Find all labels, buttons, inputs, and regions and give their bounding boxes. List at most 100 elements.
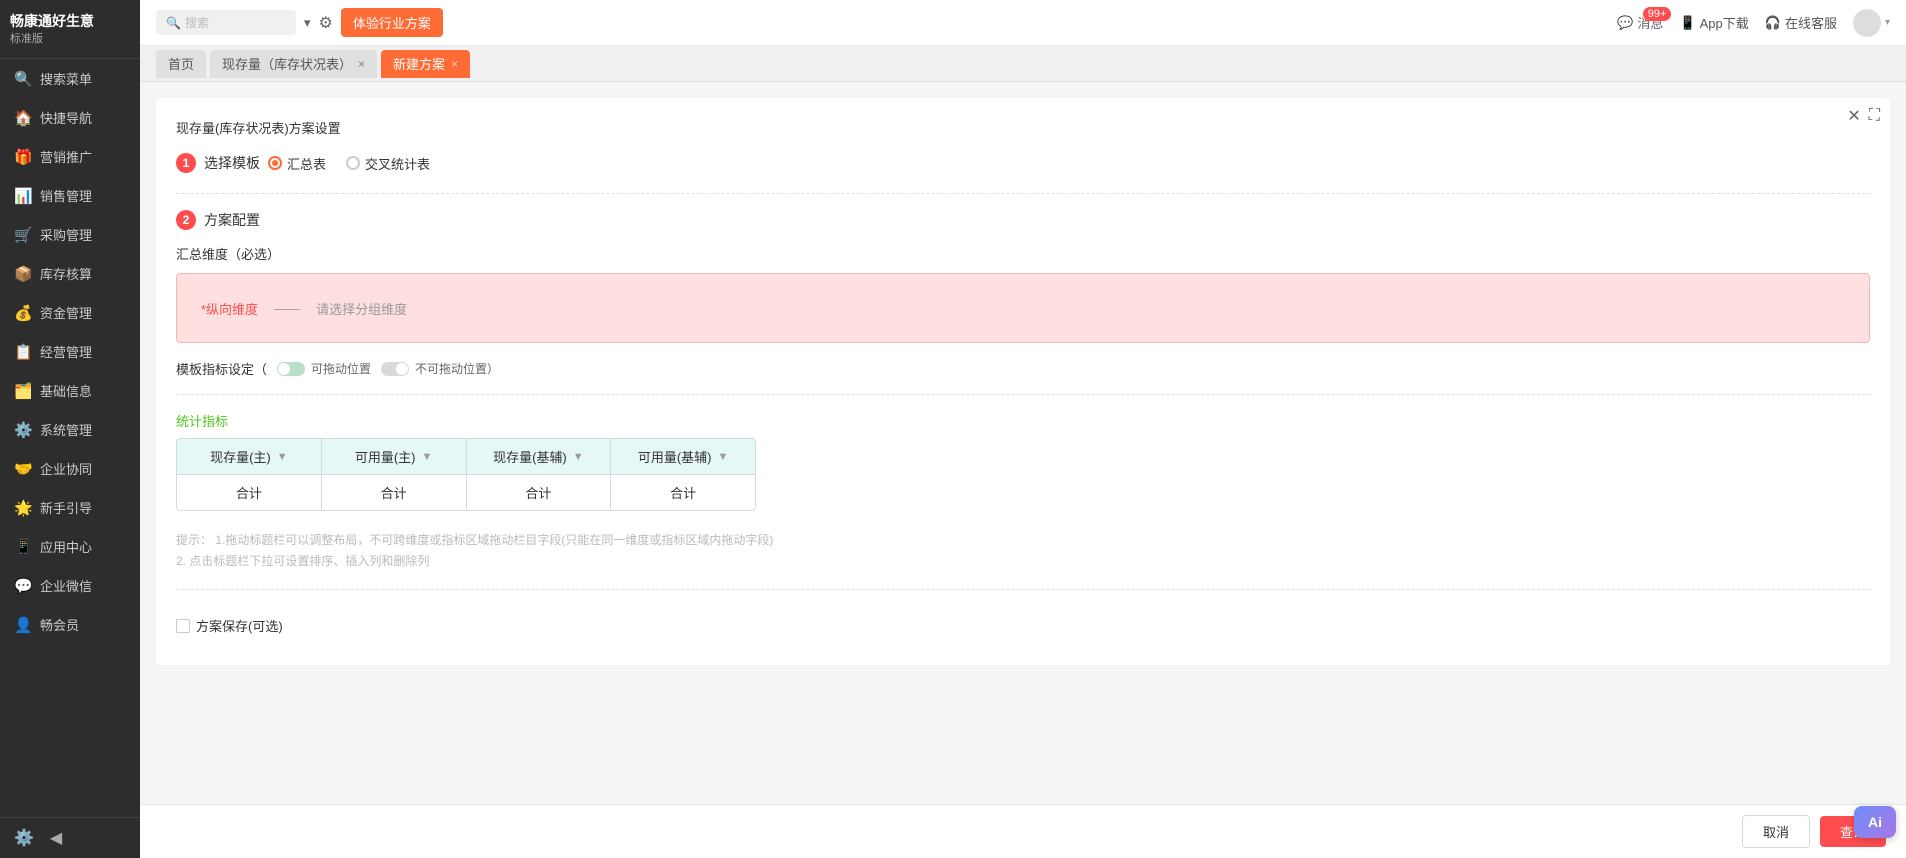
gear-icon[interactable]: ⚙: [319, 13, 333, 33]
sidebar-item-operations[interactable]: 📋 经营管理: [0, 332, 140, 371]
sidebar-item-wechat[interactable]: 💬 企业微信: [0, 566, 140, 605]
app-download-link[interactable]: 📱 App下载: [1679, 13, 1748, 32]
sidebar-item-label: 库存核算: [40, 264, 92, 283]
tab-new-plan-close-icon[interactable]: ×: [451, 58, 458, 70]
marketing-icon: 🎁: [14, 148, 32, 166]
stat-body-col-0: 合计: [177, 474, 322, 510]
summary-dimension-label: 汇总维度（必选）: [176, 244, 1870, 263]
sidebar-item-basic-info[interactable]: 🗂️ 基础信息: [0, 371, 140, 410]
sidebar-item-label: 快捷导航: [40, 108, 92, 127]
cancel-button[interactable]: 取消: [1742, 815, 1810, 848]
panel-controls: ✕ ⛶: [1847, 106, 1880, 126]
radio-cross-dot: [346, 156, 360, 170]
content-area: ✕ ⛶ 现存量(库存状况表)方案设置 1 选择模板 汇总表: [140, 82, 1906, 804]
dimension-box[interactable]: *纵向维度 —— 请选择分组维度: [176, 273, 1870, 343]
sidebar-item-finance[interactable]: 💰 资金管理: [0, 293, 140, 332]
stat-col-1-header[interactable]: 可用量(主) ▼: [322, 439, 466, 474]
wechat-icon: 💬: [14, 577, 32, 595]
avatar: [1853, 9, 1881, 37]
sidebar-menu: 🔍 搜索菜单 🏠 快捷导航 🎁 营销推广 📊 销售管理 🛒 采购管理 📦 库存核…: [0, 59, 140, 817]
page-title: 现存量(库存状况表)方案设置: [176, 118, 1870, 137]
stat-col-2-label: 现存量(基辅): [493, 447, 567, 466]
search-icon: 🔍: [166, 16, 181, 30]
sidebar-item-marketing[interactable]: 🎁 营销推广: [0, 137, 140, 176]
stat-body-col-2: 合计: [467, 474, 612, 510]
statistics-table: 现存量(主) ▼ 可用量(主) ▼ 现存量(基辅: [176, 438, 756, 511]
sidebar-item-label: 资金管理: [40, 303, 92, 322]
tab-home[interactable]: 首页: [156, 50, 206, 78]
stat-col-3-header[interactable]: 可用量(基辅) ▼: [611, 439, 755, 474]
sidebar-item-label: 系统管理: [40, 420, 92, 439]
radio-summary-dot: [268, 156, 282, 170]
save-option-row: 方案保存(可选): [176, 606, 1870, 645]
stat-col-1: 可用量(主) ▼: [322, 439, 467, 474]
topbar-dropdown-button[interactable]: ▾: [304, 15, 311, 31]
stat-body-col-1: 合计: [322, 474, 467, 510]
section2-label: 方案配置: [204, 210, 260, 230]
sidebar-item-label: 采购管理: [40, 225, 92, 244]
toggle-non-draggable[interactable]: 不可拖动位置）: [381, 360, 499, 377]
tab-new-plan[interactable]: 新建方案 ×: [381, 50, 470, 78]
sidebar-item-cooperation[interactable]: 🤝 企业协同: [0, 449, 140, 488]
ai-button[interactable]: Ai: [1854, 806, 1896, 838]
sidebar-item-new-guide[interactable]: 🌟 新手引导: [0, 488, 140, 527]
sidebar-item-purchase[interactable]: 🛒 采购管理: [0, 215, 140, 254]
stat-col-0: 现存量(主) ▼: [177, 439, 322, 474]
basic-info-icon: 🗂️: [14, 382, 32, 400]
toggle-draggable[interactable]: 可拖动位置: [277, 360, 371, 377]
stat-table-label: 统计指标: [176, 411, 1870, 430]
notification-badge: 99+: [1643, 7, 1672, 21]
radio-cross[interactable]: 交叉统计表: [346, 154, 430, 173]
app-center-icon: 📱: [14, 538, 32, 556]
tips-section: 提示： 1.拖动标题栏可以调整布局，不可跨维度或指标区域拖动栏目字段(只能在同一…: [176, 531, 1870, 569]
section-divider: [176, 193, 1870, 194]
topbar-left: 🔍 搜索 ▾ ⚙ 体验行业方案: [156, 8, 1607, 37]
chevron-down-icon-3: ▼: [718, 451, 729, 463]
phone-icon: 📱: [1679, 15, 1695, 31]
panel-close-button[interactable]: ✕: [1847, 106, 1860, 126]
chevron-down-icon: ▾: [1885, 17, 1890, 28]
tip-2: 2. 点击标题栏下拉可设置排序、插入列和删除列: [176, 552, 1870, 569]
industry-plan-button[interactable]: 体验行业方案: [341, 8, 443, 37]
sidebar-item-quick-nav[interactable]: 🏠 快捷导航: [0, 98, 140, 137]
collapse-icon[interactable]: ◀: [50, 828, 62, 848]
notification-bell[interactable]: 💬 消息 99+: [1617, 13, 1663, 32]
stat-col-2-header[interactable]: 现存量(基辅) ▼: [467, 439, 611, 474]
stat-col-3: 可用量(基辅) ▼: [611, 439, 755, 474]
topbar-right: 💬 消息 99+ 📱 App下载 🎧 在线客服 ▾: [1617, 9, 1890, 37]
sidebar-item-app-center[interactable]: 📱 应用中心: [0, 527, 140, 566]
chevron-down-icon-0: ▼: [277, 451, 288, 463]
stat-col-1-label: 可用量(主): [355, 447, 416, 466]
sidebar-item-members[interactable]: 👤 畅会员: [0, 605, 140, 644]
panel-expand-button[interactable]: ⛶: [1869, 106, 1880, 126]
step2-badge: 2: [176, 210, 196, 230]
members-icon: 👤: [14, 616, 32, 634]
cooperation-icon: 🤝: [14, 460, 32, 478]
topbar-search[interactable]: 🔍 搜索: [156, 10, 296, 35]
stat-table-body-row: 合计 合计 合计 合计: [177, 474, 755, 510]
tab-inventory-status[interactable]: 现存量（库存状况表） ×: [210, 50, 377, 78]
sidebar-item-label: 应用中心: [40, 537, 92, 556]
sidebar-bottom: ⚙️ ◀: [0, 817, 140, 858]
toggle-non-draggable-box[interactable]: [381, 362, 409, 376]
sidebar-logo: 畅康通好生意 标准版: [0, 0, 140, 59]
sidebar-item-search-menu[interactable]: 🔍 搜索菜单: [0, 59, 140, 98]
operations-icon: 📋: [14, 343, 32, 361]
app-version: 标准版: [10, 30, 130, 46]
online-service-link[interactable]: 🎧 在线客服: [1765, 13, 1837, 32]
section-choose-template: 1 选择模板 汇总表 交叉统计表: [176, 153, 1870, 173]
settings-icon[interactable]: ⚙️: [14, 828, 34, 848]
sidebar-item-system[interactable]: ⚙️ 系统管理: [0, 410, 140, 449]
tab-inventory-close-icon[interactable]: ×: [358, 58, 365, 70]
app-download-label: App下载: [1700, 13, 1749, 32]
sidebar-item-sales[interactable]: 📊 销售管理: [0, 176, 140, 215]
radio-summary[interactable]: 汇总表: [268, 154, 326, 173]
stat-col-0-header[interactable]: 现存量(主) ▼: [177, 439, 321, 474]
save-divider: [176, 589, 1870, 590]
sidebar-item-label: 新手引导: [40, 498, 92, 517]
save-checkbox[interactable]: [176, 619, 190, 633]
headset-icon: 🎧: [1765, 15, 1781, 31]
sidebar-item-inventory[interactable]: 📦 库存核算: [0, 254, 140, 293]
user-menu[interactable]: ▾: [1853, 9, 1890, 37]
toggle-draggable-box[interactable]: [277, 362, 305, 376]
